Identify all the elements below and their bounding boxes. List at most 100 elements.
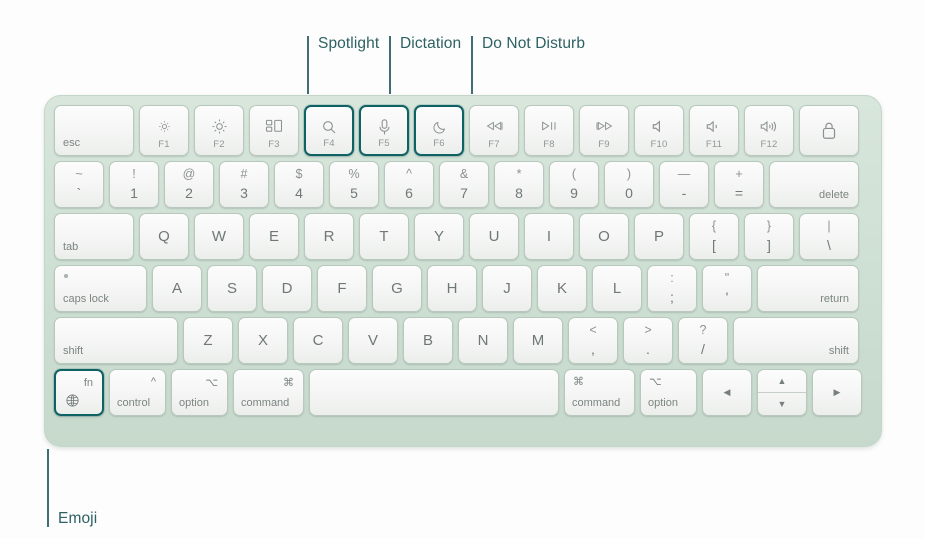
key-quote[interactable]: " '	[702, 265, 752, 312]
arrow-up-icon[interactable]: ▲	[758, 370, 806, 393]
key-7[interactable]: & 7	[439, 161, 489, 208]
key-3[interactable]: # 3	[219, 161, 269, 208]
key-2-shift-label: @	[182, 167, 196, 181]
key-w[interactable]: W	[194, 213, 244, 260]
key-arrow-left[interactable]: ◀	[702, 369, 752, 416]
key-r[interactable]: R	[304, 213, 354, 260]
key-d-label: D	[281, 280, 293, 297]
key-arrow-up-down[interactable]: ▲ ▼	[757, 369, 807, 416]
key-return[interactable]: return	[757, 265, 859, 312]
key-6[interactable]: ^ 6	[384, 161, 434, 208]
key-7-shift-label: &	[459, 167, 469, 181]
key-h[interactable]: H	[427, 265, 477, 312]
key-f5-code: F5	[378, 137, 390, 149]
key-tab[interactable]: tab	[54, 213, 134, 260]
key-f2-brightness-up[interactable]: F2	[194, 105, 244, 156]
key-f10-code: F10	[650, 138, 668, 150]
key-k[interactable]: K	[537, 265, 587, 312]
key-a[interactable]: A	[152, 265, 202, 312]
key-9[interactable]: ( 9	[549, 161, 599, 208]
key-5[interactable]: % 5	[329, 161, 379, 208]
key-command-left[interactable]: ⌘ command	[233, 369, 304, 416]
callout-emoji: Emoji	[47, 449, 97, 527]
key-o[interactable]: O	[579, 213, 629, 260]
key-shift-left-label: shift	[63, 345, 84, 357]
key-f1-brightness-down[interactable]: F1	[139, 105, 189, 156]
key-t[interactable]: T	[359, 213, 409, 260]
key-caps-lock[interactable]: caps lock	[54, 265, 147, 312]
key-w-label: W	[211, 228, 227, 245]
key-p[interactable]: P	[634, 213, 684, 260]
key-f5-dictation[interactable]: F5	[359, 105, 409, 156]
option-right-symbol-icon: ⌥	[649, 376, 662, 388]
home-key-row: caps lock A S D F G H J K L : ; " ' retu…	[54, 265, 872, 312]
key-bracket-right[interactable]: } ]	[744, 213, 794, 260]
key-f10-mute[interactable]: F10	[634, 105, 684, 156]
key-q[interactable]: Q	[139, 213, 189, 260]
key-delete[interactable]: delete	[769, 161, 859, 208]
key-3-label: 3	[240, 185, 248, 201]
key-f9-fast-forward[interactable]: F9	[579, 105, 629, 156]
key-fn-globe[interactable]: fn	[54, 369, 104, 416]
key-2[interactable]: @ 2	[164, 161, 214, 208]
key-semicolon-shift-label: :	[670, 271, 674, 285]
key-f7-code: F7	[488, 138, 500, 150]
key-f6-do-not-disturb[interactable]: F6	[414, 105, 464, 156]
key-option-right[interactable]: option ⌥	[640, 369, 697, 416]
key-5-label: 5	[350, 185, 358, 201]
key-minus[interactable]: — -	[659, 161, 709, 208]
key-s[interactable]: S	[207, 265, 257, 312]
key-m[interactable]: M	[513, 317, 563, 364]
key-y[interactable]: Y	[414, 213, 464, 260]
key-k-label: K	[556, 280, 567, 297]
key-e[interactable]: E	[249, 213, 299, 260]
key-u[interactable]: U	[469, 213, 519, 260]
key-l[interactable]: L	[592, 265, 642, 312]
key-8[interactable]: * 8	[494, 161, 544, 208]
key-f8-play-pause[interactable]: F8	[524, 105, 574, 156]
caps-lock-indicator-icon	[64, 274, 68, 278]
key-arrow-right[interactable]: ▶	[812, 369, 862, 416]
key-f12-volume-up[interactable]: F12	[744, 105, 794, 156]
key-comma-shift-label: <	[589, 323, 597, 337]
key-comma[interactable]: < ,	[568, 317, 618, 364]
key-n[interactable]: N	[458, 317, 508, 364]
key-p-label: P	[653, 228, 664, 245]
key-0[interactable]: ) 0	[604, 161, 654, 208]
key-option-left[interactable]: ⌥ option	[171, 369, 228, 416]
key-j[interactable]: J	[482, 265, 532, 312]
brightness-down-icon	[140, 117, 188, 135]
moon-do-not-disturb-icon	[416, 118, 462, 136]
key-touch-id[interactable]	[799, 105, 859, 156]
key-control[interactable]: ^ control	[109, 369, 166, 416]
key-option-left-label: option	[179, 397, 209, 409]
key-esc[interactable]: esc	[54, 105, 134, 156]
key-backtick[interactable]: ~ `	[54, 161, 104, 208]
key-shift-right[interactable]: shift	[733, 317, 859, 364]
key-space[interactable]	[309, 369, 559, 416]
key-i[interactable]: I	[524, 213, 574, 260]
key-c[interactable]: C	[293, 317, 343, 364]
key-z[interactable]: Z	[183, 317, 233, 364]
key-f4-spotlight[interactable]: F4	[304, 105, 354, 156]
key-bracket-left[interactable]: { [	[689, 213, 739, 260]
key-v[interactable]: V	[348, 317, 398, 364]
arrow-down-icon[interactable]: ▼	[758, 393, 806, 415]
key-semicolon[interactable]: : ;	[647, 265, 697, 312]
key-equals[interactable]: + =	[714, 161, 764, 208]
key-period[interactable]: > .	[623, 317, 673, 364]
key-4[interactable]: $ 4	[274, 161, 324, 208]
key-x[interactable]: X	[238, 317, 288, 364]
key-shift-left[interactable]: shift	[54, 317, 178, 364]
key-f[interactable]: F	[317, 265, 367, 312]
key-1[interactable]: ! 1	[109, 161, 159, 208]
key-g[interactable]: G	[372, 265, 422, 312]
key-f7-rewind[interactable]: F7	[469, 105, 519, 156]
key-command-right[interactable]: command ⌘	[564, 369, 635, 416]
key-f3-mission-control[interactable]: F3	[249, 105, 299, 156]
key-slash[interactable]: ? /	[678, 317, 728, 364]
key-f11-volume-down[interactable]: F11	[689, 105, 739, 156]
key-b[interactable]: B	[403, 317, 453, 364]
key-d[interactable]: D	[262, 265, 312, 312]
key-backslash[interactable]: | \	[799, 213, 859, 260]
